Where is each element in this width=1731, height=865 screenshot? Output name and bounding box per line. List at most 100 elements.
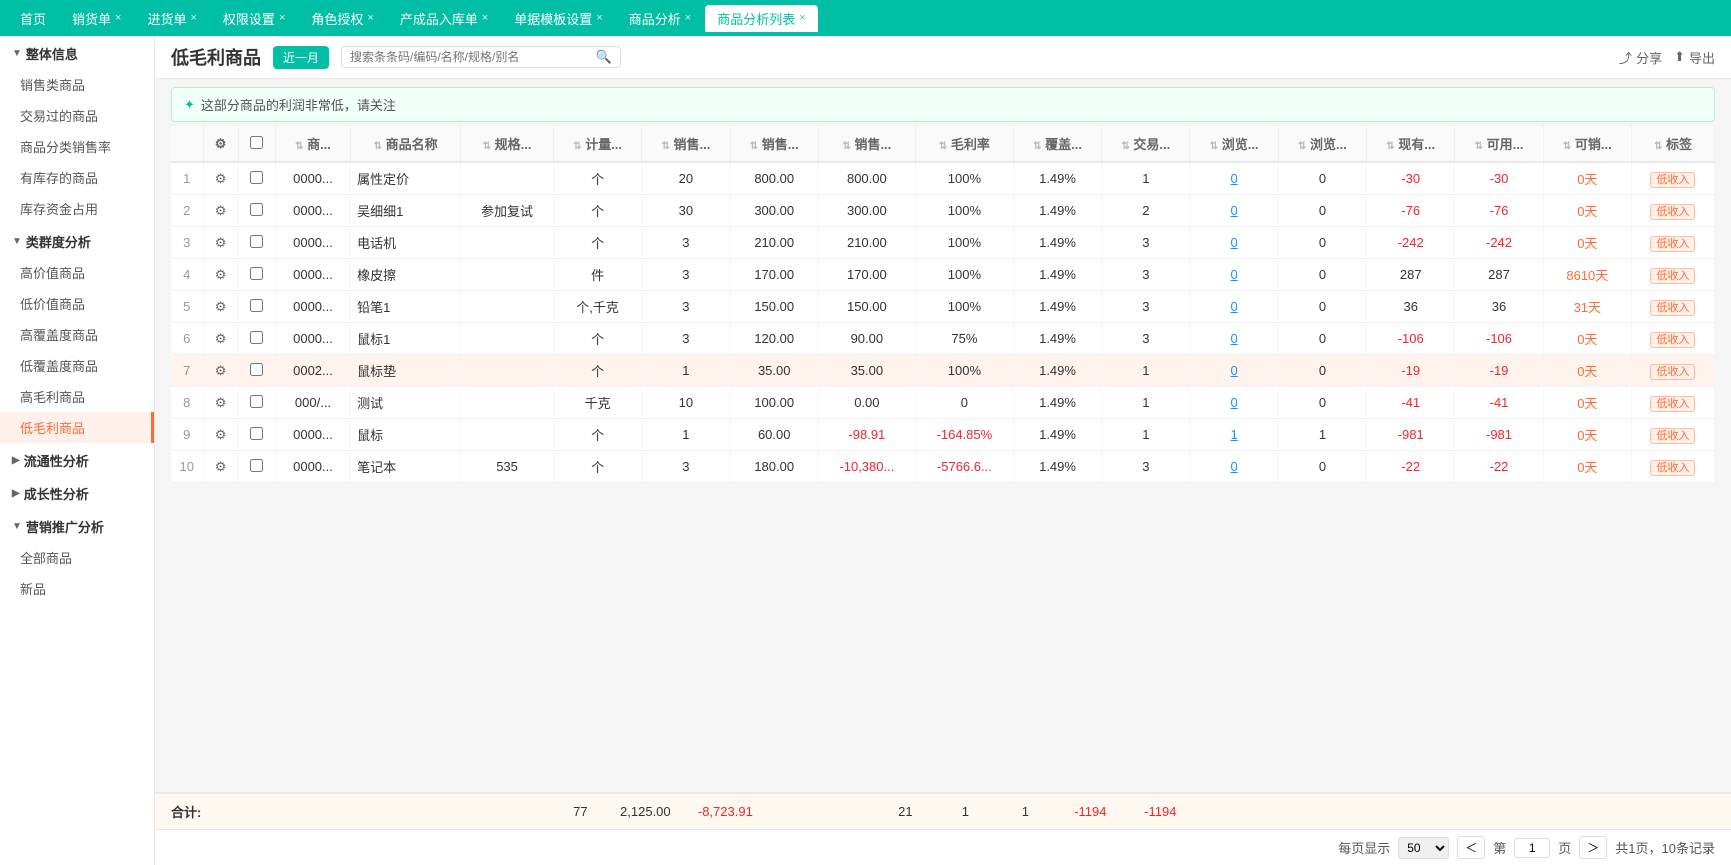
nav-item-权限设置[interactable]: 权限设置× — [211, 5, 297, 32]
nav-item-商品分析[interactable]: 商品分析× — [617, 5, 703, 32]
next-page-button[interactable]: ＞ — [1579, 836, 1607, 859]
sidebar-group-整体信息[interactable]: ▼整体信息 — [0, 36, 154, 69]
row-checkbox[interactable] — [238, 355, 275, 387]
sidebar-group-营销推广分析[interactable]: ▼营销推广分析 — [0, 509, 154, 542]
nav-item-商品分析列表[interactable]: 商品分析列表× — [705, 5, 817, 32]
sidebar-group-流通性分析[interactable]: ▶流通性分析 — [0, 443, 154, 476]
sidebar-item-低毛利商品[interactable]: 低毛利商品 — [0, 412, 154, 443]
view-link[interactable]: 0 — [1231, 203, 1238, 218]
view-count-1[interactable]: 0 — [1190, 227, 1278, 259]
nav-item-进货单[interactable]: 进货单× — [135, 5, 208, 32]
col-header-gear[interactable]: ⚙ — [203, 126, 238, 162]
gear-icon[interactable]: ⚙ — [215, 267, 227, 282]
row-select-checkbox[interactable] — [250, 235, 263, 248]
search-input[interactable] — [350, 50, 596, 64]
date-filter-button[interactable]: 近一月 — [273, 46, 329, 69]
row-select-checkbox[interactable] — [250, 171, 263, 184]
row-checkbox[interactable] — [238, 323, 275, 355]
view-link[interactable]: 0 — [1231, 235, 1238, 250]
row-gear[interactable]: ⚙ — [203, 387, 238, 419]
view-count-1[interactable]: 0 — [1190, 259, 1278, 291]
row-checkbox[interactable] — [238, 227, 275, 259]
view-link[interactable]: 1 — [1231, 427, 1238, 442]
prev-page-button[interactable]: ＜ — [1457, 836, 1485, 859]
page-number-input[interactable] — [1514, 838, 1550, 858]
view-link[interactable]: 0 — [1231, 459, 1238, 474]
nav-item-单据模板设置[interactable]: 单据模板设置× — [502, 5, 614, 32]
row-gear[interactable]: ⚙ — [203, 323, 238, 355]
nav-item-产成品入库单[interactable]: 产成品入库单× — [388, 5, 500, 32]
sidebar-item-高价值商品[interactable]: 高价值商品 — [0, 257, 154, 288]
view-count-1[interactable]: 0 — [1190, 323, 1278, 355]
row-select-checkbox[interactable] — [250, 299, 263, 312]
view-link[interactable]: 0 — [1231, 299, 1238, 314]
view-link[interactable]: 0 — [1231, 331, 1238, 346]
close-tab-icon[interactable]: × — [482, 12, 488, 24]
close-tab-icon[interactable]: × — [115, 12, 121, 24]
gear-icon[interactable]: ⚙ — [215, 235, 227, 250]
export-button[interactable]: ⬆ 导出 — [1674, 48, 1715, 67]
gear-icon[interactable]: ⚙ — [215, 331, 227, 346]
view-count-1[interactable]: 0 — [1190, 355, 1278, 387]
sidebar-group-成长性分析[interactable]: ▶成长性分析 — [0, 476, 154, 509]
nav-item-首页[interactable]: 首页 — [8, 5, 58, 32]
row-checkbox[interactable] — [238, 419, 275, 451]
view-link[interactable]: 0 — [1231, 171, 1238, 186]
gear-icon[interactable]: ⚙ — [215, 203, 227, 218]
view-count-1[interactable]: 1 — [1190, 419, 1278, 451]
gear-icon[interactable]: ⚙ — [215, 459, 227, 474]
close-tab-icon[interactable]: × — [685, 12, 691, 24]
row-gear[interactable]: ⚙ — [203, 259, 238, 291]
view-count-1[interactable]: 0 — [1190, 291, 1278, 323]
close-tab-icon[interactable]: × — [799, 12, 805, 24]
sidebar-item-交易过的商品[interactable]: 交易过的商品 — [0, 100, 154, 131]
nav-item-角色授权[interactable]: 角色授权× — [299, 5, 385, 32]
settings-icon[interactable]: ⚙ — [215, 136, 227, 151]
view-link[interactable]: 0 — [1231, 363, 1238, 378]
gear-icon[interactable]: ⚙ — [215, 363, 227, 378]
gear-icon[interactable]: ⚙ — [215, 171, 227, 186]
gear-icon[interactable]: ⚙ — [215, 395, 227, 410]
view-link[interactable]: 0 — [1231, 395, 1238, 410]
row-select-checkbox[interactable] — [250, 363, 263, 376]
select-all-checkbox[interactable] — [250, 136, 263, 149]
close-tab-icon[interactable]: × — [596, 12, 602, 24]
row-select-checkbox[interactable] — [250, 331, 263, 344]
sidebar-group-类群度分析[interactable]: ▼类群度分析 — [0, 224, 154, 257]
row-select-checkbox[interactable] — [250, 267, 263, 280]
row-gear[interactable]: ⚙ — [203, 291, 238, 323]
row-gear[interactable]: ⚙ — [203, 419, 238, 451]
page-size-select[interactable]: 50 20 100 — [1398, 837, 1449, 859]
close-tab-icon[interactable]: × — [367, 12, 373, 24]
col-header-checkbox[interactable] — [238, 126, 275, 162]
view-count-1[interactable]: 0 — [1190, 451, 1278, 483]
row-checkbox[interactable] — [238, 259, 275, 291]
sidebar-item-商品分类销售率[interactable]: 商品分类销售率 — [0, 131, 154, 162]
sidebar-item-高覆盖度商品[interactable]: 高覆盖度商品 — [0, 319, 154, 350]
sidebar-item-全部商品[interactable]: 全部商品 — [0, 542, 154, 573]
sidebar-item-库存资金占用[interactable]: 库存资金占用 — [0, 193, 154, 224]
row-gear[interactable]: ⚙ — [203, 227, 238, 259]
gear-icon[interactable]: ⚙ — [215, 427, 227, 442]
view-link[interactable]: 0 — [1231, 267, 1238, 282]
row-checkbox[interactable] — [238, 195, 275, 227]
row-select-checkbox[interactable] — [250, 395, 263, 408]
row-select-checkbox[interactable] — [250, 459, 263, 472]
view-count-1[interactable]: 0 — [1190, 162, 1278, 195]
row-select-checkbox[interactable] — [250, 427, 263, 440]
view-count-1[interactable]: 0 — [1190, 387, 1278, 419]
row-checkbox[interactable] — [238, 387, 275, 419]
search-icon[interactable]: 🔍 — [596, 49, 612, 65]
sidebar-item-高毛利商品[interactable]: 高毛利商品 — [0, 381, 154, 412]
row-checkbox[interactable] — [238, 162, 275, 195]
row-checkbox[interactable] — [238, 451, 275, 483]
sidebar-item-低覆盖度商品[interactable]: 低覆盖度商品 — [0, 350, 154, 381]
close-tab-icon[interactable]: × — [279, 12, 285, 24]
row-checkbox[interactable] — [238, 291, 275, 323]
sidebar-item-新品[interactable]: 新品 — [0, 573, 154, 604]
row-select-checkbox[interactable] — [250, 203, 263, 216]
view-count-1[interactable]: 0 — [1190, 195, 1278, 227]
sidebar-item-低价值商品[interactable]: 低价值商品 — [0, 288, 154, 319]
nav-item-销货单[interactable]: 销货单× — [60, 5, 133, 32]
close-tab-icon[interactable]: × — [190, 12, 196, 24]
